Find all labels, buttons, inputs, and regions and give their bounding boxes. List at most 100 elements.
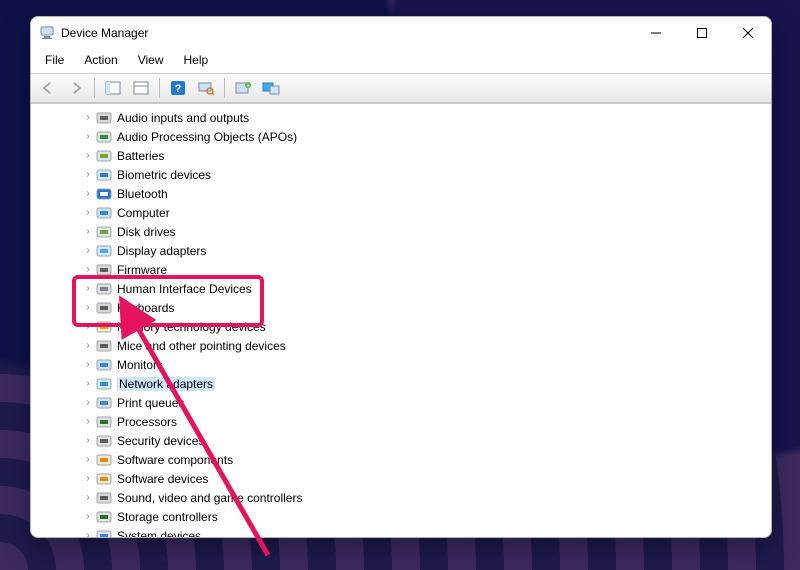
tree-item-label: Security devices: [117, 434, 204, 448]
chevron-right-icon[interactable]: ›: [83, 302, 93, 313]
tree-item-label: Batteries: [117, 149, 164, 163]
menu-file[interactable]: File: [37, 51, 72, 69]
menubar: File Action View Help: [31, 49, 771, 73]
chevron-right-icon[interactable]: ›: [83, 321, 93, 332]
tree-item-label: Mice and other pointing devices: [117, 339, 286, 353]
window-title: Device Manager: [61, 26, 148, 40]
scan-hardware-button[interactable]: [193, 76, 219, 100]
tree-item-hid[interactable]: › Human Interface Devices: [31, 279, 771, 298]
chevron-right-icon[interactable]: ›: [83, 530, 93, 537]
biometric-icon: [95, 168, 113, 182]
add-legacy-button[interactable]: +: [230, 76, 256, 100]
memory-icon: [95, 320, 113, 334]
chevron-right-icon[interactable]: ›: [83, 150, 93, 161]
tree-item-audio-io[interactable]: › Audio inputs and outputs: [31, 108, 771, 127]
tree-item-print-queues[interactable]: ›Print queues: [31, 393, 771, 412]
tree-item-security[interactable]: › Security devices: [31, 431, 771, 450]
tree-item-system[interactable]: ›System devices: [31, 526, 771, 537]
chevron-right-icon[interactable]: ›: [83, 226, 93, 237]
chevron-right-icon[interactable]: ›: [83, 397, 93, 408]
firmware-icon: [95, 263, 113, 277]
menu-action[interactable]: Action: [76, 51, 125, 69]
menu-view[interactable]: View: [130, 51, 172, 69]
system-icon: [95, 529, 113, 538]
device-manager-icon: [39, 25, 55, 41]
device-tree-panel: › Audio inputs and outputs ›Audio Processi…: [31, 102, 771, 537]
devices-and-printers-button[interactable]: [258, 76, 284, 100]
storage-ctrl-icon: [95, 510, 113, 524]
toolbar-separator: [159, 78, 160, 98]
titlebar[interactable]: Device Manager: [31, 17, 771, 49]
tree-item-display[interactable]: ›Display adapters: [31, 241, 771, 260]
tree-item-label: Computer: [117, 206, 170, 220]
batteries-icon: [95, 149, 113, 163]
chevron-right-icon[interactable]: ›: [83, 378, 93, 389]
keyboards-icon: [95, 301, 113, 315]
chevron-right-icon[interactable]: ›: [83, 416, 93, 427]
chevron-right-icon[interactable]: ›: [83, 340, 93, 351]
chevron-right-icon[interactable]: ›: [83, 492, 93, 503]
tree-item-label: Sound, video and game controllers: [117, 491, 302, 505]
security-icon: [95, 434, 113, 448]
mice-icon: [95, 339, 113, 353]
tree-item-label: Software devices: [117, 472, 208, 486]
soft-devices-icon: [95, 472, 113, 486]
properties-button[interactable]: [128, 76, 154, 100]
tree-item-storage-ctrl[interactable]: ›Storage controllers: [31, 507, 771, 526]
tree-item-disk-drives[interactable]: › Disk drives: [31, 222, 771, 241]
network-icon: [95, 377, 113, 391]
maximize-button[interactable]: [679, 17, 725, 49]
tree-item-bluetooth[interactable]: › Bluetooth: [31, 184, 771, 203]
tree-item-audio-apo[interactable]: ›Audio Processing Objects (APOs): [31, 127, 771, 146]
tree-item-soft-components[interactable]: › Software components: [31, 450, 771, 469]
chevron-right-icon[interactable]: ›: [83, 454, 93, 465]
chevron-right-icon[interactable]: ›: [83, 207, 93, 218]
chevron-right-icon[interactable]: ›: [83, 473, 93, 484]
tree-item-label: Disk drives: [117, 225, 176, 239]
tree-item-soft-devices[interactable]: › Software devices: [31, 469, 771, 488]
tree-item-label: Memory technology devices: [117, 320, 266, 334]
tree-item-batteries[interactable]: › Batteries: [31, 146, 771, 165]
forward-button: [63, 76, 89, 100]
tree-item-label: Monitors: [117, 358, 163, 372]
device-tree[interactable]: › Audio inputs and outputs ›Audio Processi…: [31, 104, 771, 537]
toolbar: ? +: [31, 73, 771, 102]
tree-item-monitors[interactable]: › Monitors: [31, 355, 771, 374]
tree-item-biometric[interactable]: ›Biometric devices: [31, 165, 771, 184]
tree-item-sound[interactable]: › Sound, video and game controllers: [31, 488, 771, 507]
tree-item-label: Bluetooth: [117, 187, 168, 201]
minimize-button[interactable]: [633, 17, 679, 49]
audio-apo-icon: [95, 130, 113, 144]
chevron-right-icon[interactable]: ›: [83, 283, 93, 294]
tree-item-firmware[interactable]: › Firmware: [31, 260, 771, 279]
tree-item-keyboards[interactable]: › Keyboards: [31, 298, 771, 317]
chevron-right-icon[interactable]: ›: [83, 169, 93, 180]
tree-item-label: Audio inputs and outputs: [117, 111, 249, 125]
help-button[interactable]: ?: [165, 76, 191, 100]
show-hide-tree-button[interactable]: [100, 76, 126, 100]
tree-item-processors[interactable]: ›Processors: [31, 412, 771, 431]
chevron-right-icon[interactable]: ›: [83, 188, 93, 199]
chevron-right-icon[interactable]: ›: [83, 245, 93, 256]
close-button[interactable]: [725, 17, 771, 49]
tree-item-memory[interactable]: › Memory technology devices: [31, 317, 771, 336]
chevron-right-icon[interactable]: ›: [83, 359, 93, 370]
device-manager-window: Device Manager File Action View Help: [30, 16, 772, 538]
tree-item-label: Firmware: [117, 263, 167, 277]
computer-icon: [95, 206, 113, 220]
chevron-right-icon[interactable]: ›: [83, 511, 93, 522]
tree-item-label: Human Interface Devices: [117, 282, 252, 296]
tree-item-mice[interactable]: › Mice and other pointing devices: [31, 336, 771, 355]
tree-item-label: Keyboards: [117, 301, 174, 315]
tree-item-computer[interactable]: › Computer: [31, 203, 771, 222]
menu-help[interactable]: Help: [176, 51, 217, 69]
hid-icon: [95, 282, 113, 296]
monitors-icon: [95, 358, 113, 372]
tree-item-network[interactable]: ›Network adapters: [31, 374, 771, 393]
tree-item-label: Software components: [117, 453, 233, 467]
chevron-right-icon[interactable]: ›: [83, 435, 93, 446]
chevron-right-icon[interactable]: ›: [83, 112, 93, 123]
chevron-right-icon[interactable]: ›: [83, 131, 93, 142]
audio-io-icon: [95, 111, 113, 125]
chevron-right-icon[interactable]: ›: [83, 264, 93, 275]
